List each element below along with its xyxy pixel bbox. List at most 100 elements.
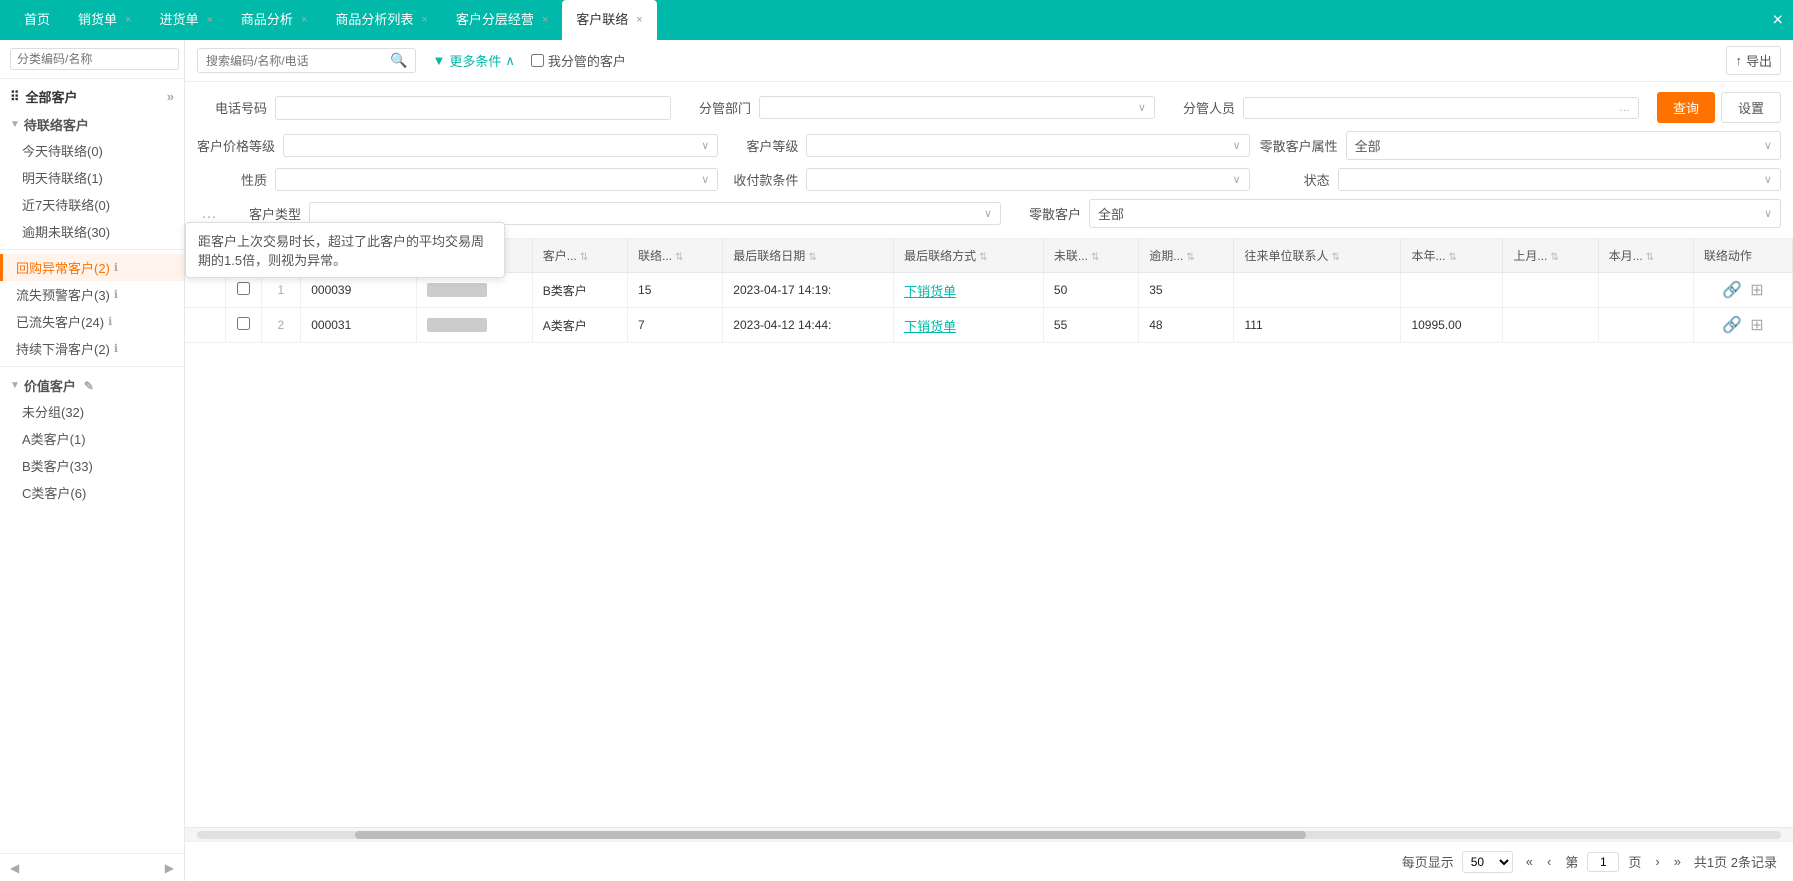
settings-button[interactable]: 设置 [1721,92,1781,123]
filter-customer-grade-select[interactable]: ∨ [806,134,1249,157]
sort-icon-contact[interactable]: ⇅ [675,252,683,263]
nav-customer-tier[interactable]: 客户分层经营 × [442,0,562,40]
sort-icon-lmonth[interactable]: ⇅ [1550,252,1558,263]
sidebar-group-pending[interactable]: ▼ 待联络客户 [0,110,184,137]
sidebar-item-tomorrow[interactable]: 明天待联络(1) [0,164,184,191]
horizontal-scrollbar[interactable] [185,827,1793,841]
td-last-contact-type-2[interactable]: 下销货单 [894,308,1044,343]
sidebar-item-unclassified[interactable]: 未分组(32) [0,398,184,425]
th-overdue: 逾期...⇅ [1139,239,1234,273]
page-number-input[interactable] [1587,852,1619,872]
per-page-select[interactable]: 50 100 200 [1462,851,1513,873]
grid-icon: ⠿ [10,89,20,105]
sidebar-item-class-a[interactable]: A类客户(1) [0,425,184,452]
sidebar-group-pending-label: 待联络客户 [24,115,89,134]
filter-manager-select[interactable]: … [1243,97,1639,119]
td-checkbox-2[interactable] [225,308,261,343]
filter-price-grade-select[interactable]: ∨ [283,134,718,157]
sidebar-item-overdue[interactable]: 逾期未联络(30) [0,218,184,245]
filter-payment-label: 收付款条件 [728,170,798,189]
sidebar-item-repurchase-abnormal[interactable]: 回购异常客户(2) ℹ [0,254,184,281]
filter-status-select[interactable]: ∨ [1338,168,1781,191]
filter-more-dots[interactable]: … [197,205,221,223]
sidebar-collapse-button[interactable]: » [167,89,174,104]
td-not-contacted-1: 50 [1043,273,1138,308]
window-close-button[interactable]: × [1772,10,1783,31]
filter-retail-attr-select[interactable]: 全部 ∨ [1346,131,1781,160]
sidebar-item-today[interactable]: 今天待联络(0) [0,137,184,164]
sidebar-item-class-c[interactable]: C类客户(6) [0,479,184,506]
filter-manager: 分管人员 … [1165,97,1639,119]
sort-icon-date[interactable]: ⇅ [808,252,816,263]
sort-icon-overdue[interactable]: ⇅ [1186,252,1194,263]
nav-home[interactable]: 首页 [10,0,64,40]
filter-row-1: 电话号码 分管部门 ∨ 分管人员 … [197,92,1781,123]
sort-icon-unit[interactable]: ⇅ [1331,252,1339,263]
nav-analysis-list[interactable]: 商品分析列表 × [321,0,441,40]
filter-retail-customer-label: 零散客户 [1011,204,1081,223]
action-link-icon-2[interactable]: 🔗 [1722,315,1742,335]
scroll-track[interactable] [197,831,1781,839]
info-icon-churn-risk: ℹ [114,288,118,301]
nav-purchase[interactable]: 进货单 × [145,0,226,40]
filter-customer-type-label: 客户类型 [231,204,301,223]
filter-row-2: 客户价格等级 ∨ 客户等级 ∨ 零散客户属性 全部 [197,131,1781,160]
sidebar-search-input[interactable] [10,48,179,70]
page-prev-button[interactable]: ‹ [1542,852,1556,871]
td-this-year-1 [1401,273,1503,308]
filter-payment-select[interactable]: ∨ [806,168,1249,191]
filter-icon: ▼ [432,53,445,68]
nav-sales[interactable]: 销货单 × [64,0,145,40]
query-button[interactable]: 查询 [1657,92,1715,123]
nav-sales-label: 销货单 [78,0,117,40]
sidebar-item-week-label: 近7天待联络(0) [22,198,110,213]
sort-icon-cat[interactable]: ⇅ [580,252,588,263]
sidebar-item-declining[interactable]: 持续下滑客户(2) ℹ [0,335,184,362]
scroll-thumb[interactable] [355,831,1305,839]
nav-analysis[interactable]: 商品分析 × [227,0,321,40]
sort-icon-not[interactable]: ⇅ [1091,252,1099,263]
page-last-button[interactable]: » [1669,852,1686,871]
filter-phone-input[interactable] [275,96,671,120]
filter-dept-select[interactable]: ∨ [759,96,1155,119]
sort-icon-year[interactable]: ⇅ [1448,252,1456,263]
action-grid-icon-1[interactable]: ⊞ [1750,280,1763,300]
edit-icon[interactable]: ✎ [84,379,94,393]
sidebar-item-churned[interactable]: 已流失客户(24) ℹ [0,308,184,335]
page-first-button[interactable]: « [1521,852,1538,871]
action-link-icon-1[interactable]: 🔗 [1722,280,1742,300]
filter-retail-customer-select[interactable]: 全部 ∨ [1089,199,1781,228]
nav-customer-tier-close[interactable]: × [542,0,548,40]
contact-type-link-2[interactable]: 下销货单 [904,319,956,334]
sort-icon-tmonth[interactable]: ⇅ [1646,252,1654,263]
filter-dept-label: 分管部门 [681,98,751,117]
sidebar-group-value[interactable]: ▼ 价值客户 ✎ [0,371,184,398]
more-conditions-button[interactable]: ▼ 更多条件 ∧ [424,51,522,70]
right-arrow-icon[interactable]: ▶ [165,861,174,875]
sidebar-item-week[interactable]: 近7天待联络(0) [0,191,184,218]
td-last-contact-type-1[interactable]: 下销货单 [894,273,1044,308]
td-last-contact-date-1: 2023-04-17 14:19: [723,273,894,308]
nav-customer-contact-close[interactable]: × [636,0,642,40]
filter-customer-grade-caret: ∨ [1233,139,1241,152]
filter-gender-select[interactable]: ∨ [275,168,718,191]
nav-purchase-close[interactable]: × [206,0,212,40]
search-input[interactable] [206,54,386,68]
search-icon[interactable]: 🔍 [390,52,407,69]
my-customer-checkbox[interactable] [531,54,544,67]
sidebar-item-class-b[interactable]: B类客户(33) [0,452,184,479]
sidebar-item-churn-risk[interactable]: 流失预警客户(3) ℹ [0,281,184,308]
nav-customer-contact[interactable]: 客户联络 × [562,0,656,40]
nav-sales-close[interactable]: × [125,0,131,40]
nav-analysis-close[interactable]: × [301,0,307,40]
left-arrow-icon[interactable]: ◀ [10,861,19,875]
contact-type-link-1[interactable]: 下销货单 [904,284,956,299]
row-1-checkbox[interactable] [237,282,250,295]
export-button[interactable]: ↑ 导出 [1726,46,1781,75]
sort-icon-type[interactable]: ⇅ [979,252,987,263]
row-2-checkbox[interactable] [237,317,250,330]
page-next-button[interactable]: › [1650,852,1664,871]
filter-status-caret: ∨ [1764,173,1772,186]
nav-analysis-list-close[interactable]: × [421,0,427,40]
action-grid-icon-2[interactable]: ⊞ [1750,315,1763,335]
